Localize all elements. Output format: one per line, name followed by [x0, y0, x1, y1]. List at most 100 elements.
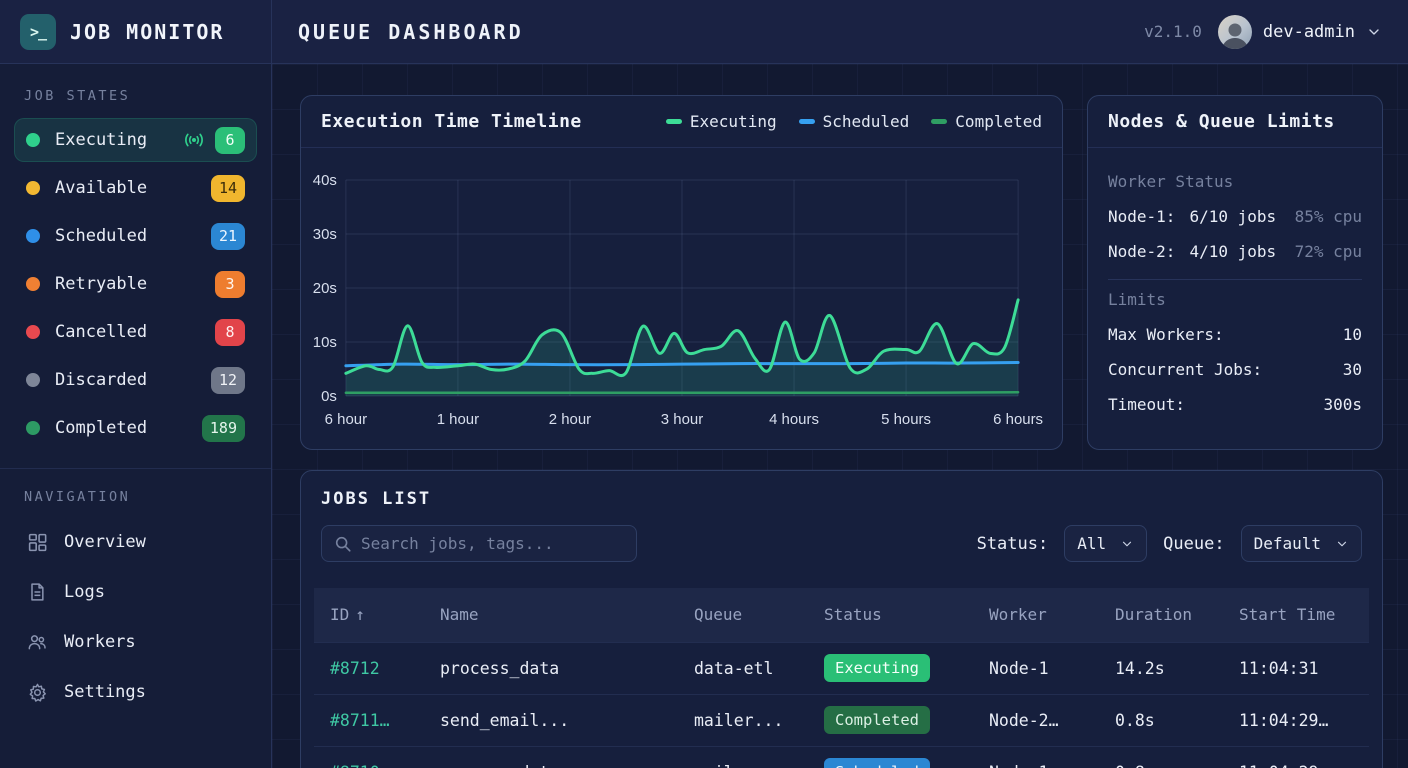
sidebar-divider [0, 468, 271, 469]
main-content: Execution Time Timeline Executing Schedu… [272, 64, 1408, 768]
table-row[interactable]: #8710 process_data mailer Scheduled Node… [314, 745, 1369, 768]
sidebar-item-settings[interactable]: Settings [14, 669, 257, 715]
legend-swatch [798, 119, 815, 124]
sort-asc-icon: ↑ [355, 605, 365, 625]
limit-row: Max Workers: 10 [1108, 325, 1362, 344]
user-menu[interactable]: dev-admin [1217, 14, 1382, 49]
job-start-time: 11:04:29 [1229, 745, 1369, 768]
svg-text:0s: 0s [321, 388, 337, 405]
sidebar-item-overview[interactable]: Overview [14, 519, 257, 565]
job-name: process_data [430, 641, 684, 694]
svg-text:6 hours: 6 hours [993, 411, 1043, 428]
status-select[interactable]: All [1064, 525, 1148, 562]
job-states-heading: JOB STATES [24, 88, 131, 104]
limit-row: Concurrent Jobs: 30 [1108, 360, 1362, 379]
job-duration: 0.8s [1105, 745, 1229, 768]
svg-text:1 hour: 1 hour [437, 411, 479, 428]
avatar [1217, 14, 1252, 49]
node-status-row: Node-2: 4/10 jobs 72% cpu [1108, 242, 1362, 261]
job-start-time: 11:04:29… [1229, 693, 1369, 746]
grid-icon [26, 532, 48, 553]
column-header-start-time[interactable]: Start Time [1229, 588, 1369, 642]
live-broadcast-icon [185, 133, 203, 147]
column-header-duration[interactable]: Duration [1105, 588, 1229, 642]
page-title: QUEUE DASHBOARD [298, 19, 524, 44]
worker-status-heading: Worker Status [1108, 172, 1234, 191]
job-queue: mailer... [684, 693, 814, 746]
sidebar-item-workers[interactable]: Workers [14, 619, 257, 665]
table-row[interactable]: #8712 process_data data-etl Executing No… [314, 641, 1369, 694]
legend-item-scheduled[interactable]: Scheduled [798, 112, 909, 131]
topbar-right: v2.1.0 dev-admin [1144, 14, 1382, 49]
version-label: v2.1.0 [1144, 22, 1202, 41]
sidebar-item-available[interactable]: Available 14 [14, 166, 257, 210]
svg-text:4 hours: 4 hours [769, 411, 819, 428]
app-root: >_ JOB MONITOR QUEUE DASHBOARD v2.1.0 de… [0, 0, 1408, 768]
brand: >_ JOB MONITOR [0, 0, 272, 63]
job-id-link[interactable]: #8710 [330, 763, 380, 768]
topbar: >_ JOB MONITOR QUEUE DASHBOARD v2.1.0 de… [0, 0, 1408, 64]
column-header-queue[interactable]: Queue [684, 588, 814, 642]
job-queue: mailer [684, 745, 814, 768]
job-id-link[interactable]: #8711… [330, 711, 390, 730]
job-name: process_data [430, 745, 684, 768]
job-worker: Node-1 [979, 641, 1105, 694]
app-title: JOB MONITOR [70, 19, 225, 44]
svg-text:30s: 30s [313, 226, 337, 243]
job-duration: 14.2s [1105, 641, 1229, 694]
job-worker: Node-2… [979, 693, 1105, 746]
sidebar-item-scheduled[interactable]: Scheduled 21 [14, 214, 257, 258]
svg-text:20s: 20s [313, 280, 337, 297]
count-badge: 3 [215, 270, 245, 298]
scheduled-dot [26, 229, 40, 243]
sidebar-item-completed[interactable]: Completed 189 [14, 406, 257, 450]
column-header-name[interactable]: Name [430, 588, 684, 642]
job-worker: Node-1 [979, 745, 1105, 768]
search-input[interactable] [361, 534, 624, 553]
discarded-dot [26, 373, 40, 387]
column-header-status[interactable]: Status [814, 588, 979, 642]
timeline-chart: 0s 10s 20s 30s 40s 6 hour 1 hour 2 hour 3 hour 4 … [301, 148, 1062, 449]
timeline-chart-card: Execution Time Timeline Executing Schedu… [300, 95, 1063, 450]
chart-title: Execution Time Timeline [321, 111, 582, 132]
node-status-row: Node-1: 6/10 jobs 85% cpu [1108, 207, 1362, 226]
sidebar-item-discarded[interactable]: Discarded 12 [14, 358, 257, 402]
jobs-table: ID ↑ Name Queue Status Worker Duration St… [314, 588, 1369, 768]
sidebar-item-logs[interactable]: Logs [14, 569, 257, 615]
file-icon [26, 582, 48, 602]
svg-text:3 hour: 3 hour [661, 411, 703, 428]
topbar-main: QUEUE DASHBOARD v2.1.0 dev-admin [272, 0, 1408, 63]
sidebar-item-executing[interactable]: Executing 6 [14, 118, 257, 162]
search-icon [335, 536, 351, 552]
count-badge: 8 [215, 318, 245, 346]
gear-icon [26, 682, 48, 703]
sidebar-item-retryable[interactable]: Retryable 3 [14, 262, 257, 306]
queue-select[interactable]: Default [1240, 525, 1362, 562]
table-row[interactable]: #8711… send_email... mailer... Completed… [314, 693, 1369, 746]
cancelled-dot [26, 325, 40, 339]
limits-heading: Limits [1108, 290, 1166, 309]
svg-text:6 hour: 6 hour [325, 411, 367, 428]
count-badge: 21 [210, 222, 245, 250]
available-dot [26, 181, 40, 195]
status-filter-label: Status: [976, 533, 1049, 554]
legend-item-executing[interactable]: Executing [665, 112, 777, 131]
chevron-down-icon [1123, 541, 1132, 546]
legend-item-completed[interactable]: Completed [931, 112, 1042, 131]
jobs-list-card: JOBS LIST Status: All Queue: [300, 470, 1383, 768]
job-name: send_email... [430, 693, 684, 746]
table-header-row: ID ↑ Name Queue Status Worker Duration St… [314, 588, 1369, 642]
job-duration: 0.8s [1105, 693, 1229, 746]
count-badge: 14 [210, 174, 245, 202]
executing-dot [26, 133, 40, 147]
job-id-link[interactable]: #8712 [330, 659, 380, 678]
column-header-worker[interactable]: Worker [979, 588, 1105, 642]
search-box [321, 525, 637, 562]
sidebar-item-cancelled[interactable]: Cancelled 8 [14, 310, 257, 354]
limit-row: Timeout: 300s [1108, 395, 1362, 414]
nodes-card-title: Nodes & Queue Limits [1108, 111, 1335, 132]
divider [1108, 279, 1362, 280]
nodes-limits-card: Nodes & Queue Limits Worker Status Node-… [1087, 95, 1383, 450]
queue-filter-label: Queue: [1163, 533, 1225, 554]
column-header-id[interactable]: ID ↑ [314, 588, 430, 642]
